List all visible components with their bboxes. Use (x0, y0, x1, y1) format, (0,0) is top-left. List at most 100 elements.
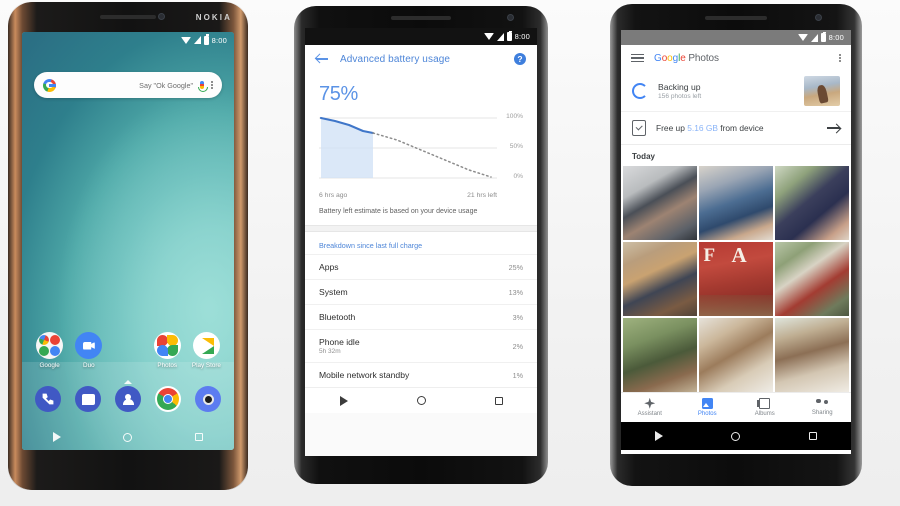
row-label: Phone idle (319, 337, 360, 347)
back-icon[interactable] (53, 432, 62, 442)
table-row[interactable]: System 13% (305, 279, 537, 304)
phone-battery: 8:00 Advanced battery usage ? 75% 100% 5… (294, 6, 548, 484)
signal-icon (496, 32, 504, 41)
status-time: 8:00 (828, 33, 844, 42)
home-icon[interactable] (416, 396, 426, 405)
hamburger-menu-icon[interactable] (631, 53, 644, 63)
arrow-right-icon[interactable] (827, 123, 840, 133)
list-item[interactable] (623, 166, 697, 240)
recents-icon[interactable] (194, 433, 203, 441)
list-item[interactable] (623, 318, 697, 392)
battery-estimate-note: Battery left estimate is based on your d… (319, 208, 478, 215)
help-icon[interactable]: ? (514, 53, 526, 65)
app-title: Google Photos (654, 52, 719, 64)
phone-nokia: NOKIA 8:00 Say "Ok Google" Google Duo Ph… (8, 2, 248, 490)
tab-label: Sharing (811, 410, 833, 417)
front-camera-icon (815, 14, 822, 21)
tab-photos[interactable]: Photos (679, 393, 737, 422)
row-value: 13% (508, 287, 523, 297)
app-bar: Google Photos (621, 45, 851, 71)
row-sublabel: 5h 32m (319, 348, 341, 355)
phone1-screen: 8:00 Say "Ok Google" Google Duo Photos P… (22, 32, 234, 450)
back-arrow-icon[interactable] (316, 53, 328, 65)
table-row[interactable]: Mobile network standby 1% (305, 362, 537, 387)
row-label: Mobile network standby (319, 370, 410, 380)
status-card: Backing up 156 photos left Free up 5.16 … (621, 71, 851, 145)
nokia-logo: NOKIA (195, 13, 232, 22)
home-icon[interactable] (123, 432, 133, 442)
phone2-screen: 8:00 Advanced battery usage ? 75% 100% 5… (305, 28, 537, 456)
phone3-statusbar: 8:00 (621, 30, 851, 45)
row-label: Apps (319, 262, 339, 272)
row-value: 3% (512, 312, 523, 322)
list-item[interactable] (699, 166, 773, 240)
list-item[interactable] (775, 166, 849, 240)
app-bar: Advanced battery usage ? (305, 45, 537, 73)
back-icon[interactable] (655, 431, 664, 441)
earpiece (100, 15, 156, 19)
bottom-nav: Assistant Photos Albums Sharing (621, 392, 851, 422)
tab-albums[interactable]: Albums (736, 393, 794, 422)
battery-chart-svg (319, 116, 497, 179)
table-row[interactable]: Bluetooth 3% (305, 304, 537, 329)
phone1-navbar (22, 424, 234, 450)
row-value: 2% (512, 341, 523, 351)
tab-label: Albums (754, 411, 775, 418)
back-icon[interactable] (339, 395, 348, 406)
backup-status-row[interactable]: Backing up 156 photos left (621, 71, 851, 111)
section-title: Today (621, 145, 851, 166)
camera-icon[interactable] (195, 386, 221, 412)
status-time: 8:00 (514, 32, 530, 41)
search-placeholder: Say "Ok Google" (139, 80, 193, 90)
recents-icon[interactable] (808, 432, 817, 440)
home-icon[interactable] (731, 431, 741, 441)
breakdown-header[interactable]: Breakdown since last full charge (305, 232, 537, 254)
kebab-menu-icon[interactable] (211, 80, 213, 90)
phone-icon[interactable] (35, 386, 61, 412)
google-g-icon (43, 78, 56, 92)
chart-x-labels: 6 hrs ago 21 hrs left (319, 192, 523, 199)
microphone-icon[interactable] (198, 81, 208, 92)
tab-assistant[interactable]: Assistant (621, 393, 679, 422)
battery-icon (203, 34, 209, 45)
free-up-size: 5.16 GB (687, 123, 718, 133)
kebab-menu-icon[interactable] (839, 53, 841, 63)
messages-icon[interactable] (75, 386, 101, 412)
scene: NOKIA 8:00 Say "Ok Google" Google Duo Ph… (0, 0, 900, 506)
battery-percent: 75% (319, 83, 358, 105)
table-row[interactable]: Apps 25% (305, 254, 537, 279)
x-label-end: 21 hrs left (467, 192, 497, 199)
front-camera-icon (507, 14, 514, 21)
phone3-navbar (621, 422, 851, 450)
list-item[interactable] (699, 318, 773, 392)
list-item[interactable] (775, 318, 849, 392)
signal-icon (810, 33, 818, 42)
list-item[interactable]: F A (699, 242, 773, 316)
phone2-navbar (305, 387, 537, 413)
free-up-suffix: from device (717, 123, 764, 133)
assistant-icon (644, 397, 656, 409)
backup-title: Backing up (658, 81, 701, 92)
x-label-start: 6 hrs ago (319, 192, 348, 199)
chrome-icon[interactable] (155, 386, 181, 412)
list-item[interactable] (623, 242, 697, 316)
table-row[interactable]: Phone idle 5h 32m 2% (305, 329, 537, 362)
google-search-bar[interactable]: Say "Ok Google" (34, 72, 222, 98)
page-title: Advanced battery usage (340, 53, 451, 65)
list-item[interactable] (775, 242, 849, 316)
earpiece (705, 16, 767, 20)
backup-subtitle: 156 photos left (658, 93, 702, 101)
google-folder-icon (36, 332, 64, 359)
y-label-0: 0% (513, 173, 523, 180)
tab-sharing[interactable]: Sharing (794, 393, 852, 422)
free-up-row[interactable]: Free up 5.16 GB from device (621, 111, 851, 144)
battery-chart: 100% 50% 0% (319, 112, 523, 190)
progress-ring-icon (632, 83, 648, 99)
front-camera-icon (158, 13, 165, 20)
photo-thumbnail[interactable] (804, 76, 840, 106)
y-label-50: 50% (509, 143, 523, 150)
recents-icon[interactable] (494, 396, 503, 405)
contacts-icon[interactable] (115, 386, 141, 412)
sharing-icon (816, 398, 829, 408)
tab-label: Photos (697, 411, 717, 418)
